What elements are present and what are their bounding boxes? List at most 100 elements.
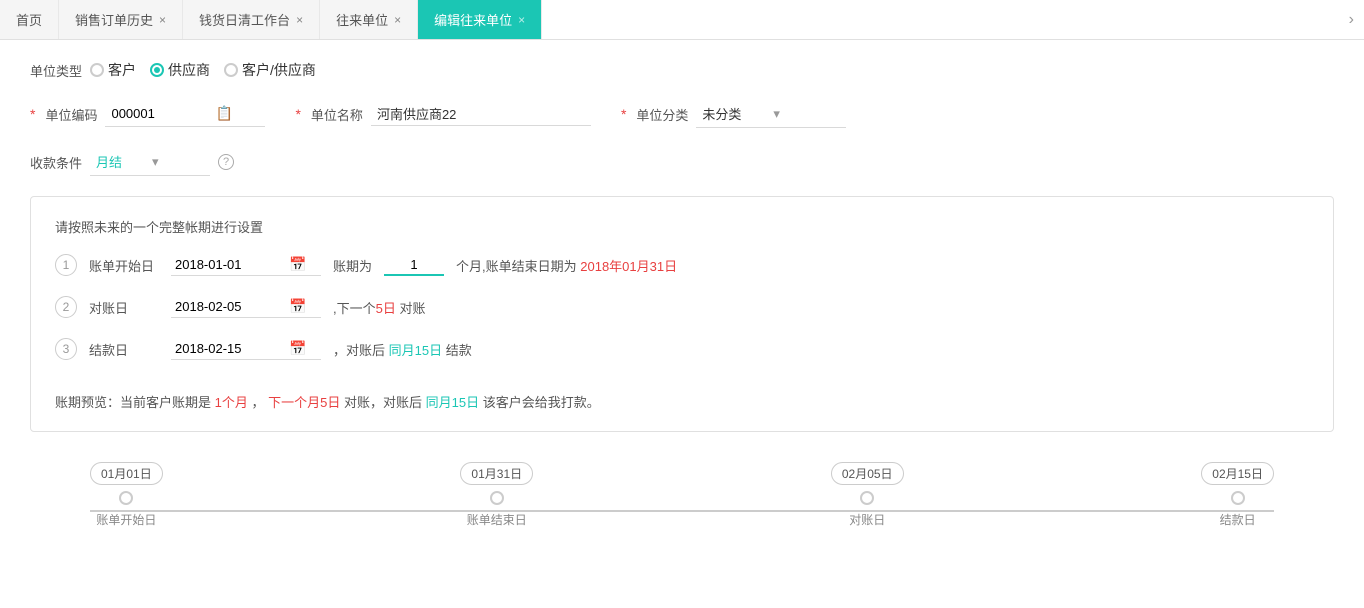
preview-reconcile: 下一个月5日 [268,395,340,410]
unit-category-select[interactable]: 未分类 ▾ [696,100,846,128]
step-3-date-input[interactable] [175,341,285,356]
preview-label: 账期预览：当前客户账期是 [55,395,215,410]
unit-code-star: * [30,106,35,122]
tab-partner-close[interactable]: × [394,13,401,27]
unit-code-input[interactable] [111,106,211,121]
payment-term-row: 收款条件 月结 ▾ ? [30,148,1334,176]
payment-term-help-icon[interactable]: ? [218,154,234,170]
step-1-row: 1 账单开始日 📅 账期为 个月,账单结束日期为 2018年01月31日 [55,254,1309,276]
step-3-label: 结款日 [89,340,159,359]
step-2-calendar-icon[interactable]: 📅 [289,298,306,315]
tab-more-button[interactable]: › [1339,0,1364,39]
tab-cash-work-close[interactable]: × [296,13,303,27]
unit-category-value: 未分类 [702,104,769,123]
step-3-calendar-icon[interactable]: 📅 [289,340,306,357]
step-3-row: 3 结款日 📅 ，对账后 同月15日 结款 [55,338,1309,360]
timeline-dot-2 [490,491,504,505]
unit-code-item: * 单位编码 📋 [30,101,265,127]
preview-payment: 同月15日 [426,395,479,410]
step-2-date-wrap: 📅 [171,296,321,318]
payment-term-select[interactable]: 月结 ▾ [90,148,210,176]
radio-customer-label: 客户 [108,60,136,80]
step-3-date-wrap: 📅 [171,338,321,360]
tab-partner-label: 往来单位 [336,10,388,29]
payment-term-value: 月结 [96,152,148,171]
section-title: 请按照未来的一个完整帐期进行设置 [55,217,1309,236]
timeline-label-3: 对账日 [849,511,885,528]
timeline-badge-4: 02月15日 [1201,462,1274,485]
tab-cash-work[interactable]: 钱货日清工作台 × [183,0,320,39]
radio-customer-supplier[interactable]: 客户/供应商 [224,60,316,80]
radio-customer-supplier-circle [224,63,238,77]
tab-home[interactable]: 首页 [0,0,59,39]
tab-edit-partner-close[interactable]: × [518,13,525,27]
step-1-label: 账单开始日 [89,256,159,275]
tabs-bar: 首页 销售订单历史 × 钱货日清工作台 × 往来单位 × 编辑往来单位 × › [0,0,1364,40]
step-3-desc: ，对账后 同月15日 结款 [333,340,472,359]
radio-supplier[interactable]: 供应商 [150,60,210,80]
payment-term-label: 收款条件 [30,153,82,172]
unit-name-star: * [295,106,300,122]
timeline-label-2: 账单结束日 [467,511,527,528]
timeline-dot-4 [1231,491,1245,505]
payment-term-chevron: ▾ [152,154,204,170]
unit-type-row: 单位类型 客户 供应商 客户/供应商 [30,60,1334,80]
unit-name-item: * 单位名称 [295,102,590,126]
timeline-node-2: 账单结束日 01月31日 [460,462,533,528]
unit-category-chevron: ▾ [773,106,840,122]
radio-customer[interactable]: 客户 [90,60,136,80]
timeline-badge-1: 01月01日 [90,462,163,485]
period-settings-section: 请按照未来的一个完整帐期进行设置 1 账单开始日 📅 账期为 个月,账单结束日期… [30,196,1334,432]
step-1-calendar-icon[interactable]: 📅 [289,256,306,273]
unit-type-label: 单位类型 [30,61,82,80]
timeline-label-1: 账单开始日 [96,511,156,528]
timeline-dot-1 [119,491,133,505]
unit-type-radio-group: 客户 供应商 客户/供应商 [90,60,316,80]
unit-category-item: * 单位分类 未分类 ▾ [621,100,846,128]
tab-sales-history-label: 销售订单历史 [75,10,153,29]
radio-customer-supplier-label: 客户/供应商 [242,60,316,80]
step-2-highlight: 5日 [376,301,396,316]
preview-sep3: 该客户会给我打款。 [483,395,600,410]
step-2-date-input[interactable] [175,299,285,314]
preview-period: 1个月 [215,395,248,410]
unit-name-input[interactable] [371,102,591,126]
step-1-end-date: 2018年01月31日 [580,259,677,274]
step-2-num: 2 [55,296,77,318]
step-1-period-input[interactable] [384,255,444,276]
step-1-desc-after: 个月,账单结束日期为 2018年01月31日 [456,256,677,275]
timeline-node-3: 对账日 02月05日 [831,462,904,528]
tab-edit-partner-label: 编辑往来单位 [434,10,512,29]
step-3-highlight: 同月15日 [389,343,442,358]
unit-info-row: * 单位编码 📋 * 单位名称 * 单位分类 未分类 ▾ [30,100,1334,128]
step-1-desc-before: 账期为 [333,256,372,275]
step-2-row: 2 对账日 📅 ,下一个5日 对账 [55,296,1309,318]
tab-sales-history-close[interactable]: × [159,13,166,27]
timeline-badge-2: 01月31日 [460,462,533,485]
tab-home-label: 首页 [16,10,42,29]
step-1-num: 1 [55,254,77,276]
step-3-num: 3 [55,338,77,360]
timeline-dot-3 [860,491,874,505]
unit-code-icon[interactable]: 📋 [215,105,232,122]
step-1-date-input[interactable] [175,257,285,272]
radio-supplier-label: 供应商 [168,60,210,80]
timeline-line [90,510,1274,512]
unit-code-label: 单位编码 [45,105,97,124]
preview-sep1: ， [251,395,264,410]
tab-sales-history[interactable]: 销售订单历史 × [59,0,183,39]
step-1-date-wrap: 📅 [171,254,321,276]
main-content: 单位类型 客户 供应商 客户/供应商 * 单位编码 [0,40,1364,608]
timeline-node-4: 结款日 02月15日 [1201,462,1274,528]
tab-partner[interactable]: 往来单位 × [320,0,418,39]
unit-code-input-wrap: 📋 [105,101,265,127]
step-2-label: 对账日 [89,298,159,317]
radio-supplier-circle [150,63,164,77]
timeline-badge-3: 02月05日 [831,462,904,485]
unit-type-item: 单位类型 客户 供应商 客户/供应商 [30,60,316,80]
tab-cash-work-label: 钱货日清工作台 [199,10,290,29]
tab-edit-partner[interactable]: 编辑往来单位 × [418,0,542,39]
preview-row: 账期预览：当前客户账期是 1个月 ， 下一个月5日 对账，对账后 同月15日 该… [55,380,1309,411]
preview-sep2: 对账，对账后 [344,395,426,410]
payment-term-item: 收款条件 月结 ▾ ? [30,148,234,176]
